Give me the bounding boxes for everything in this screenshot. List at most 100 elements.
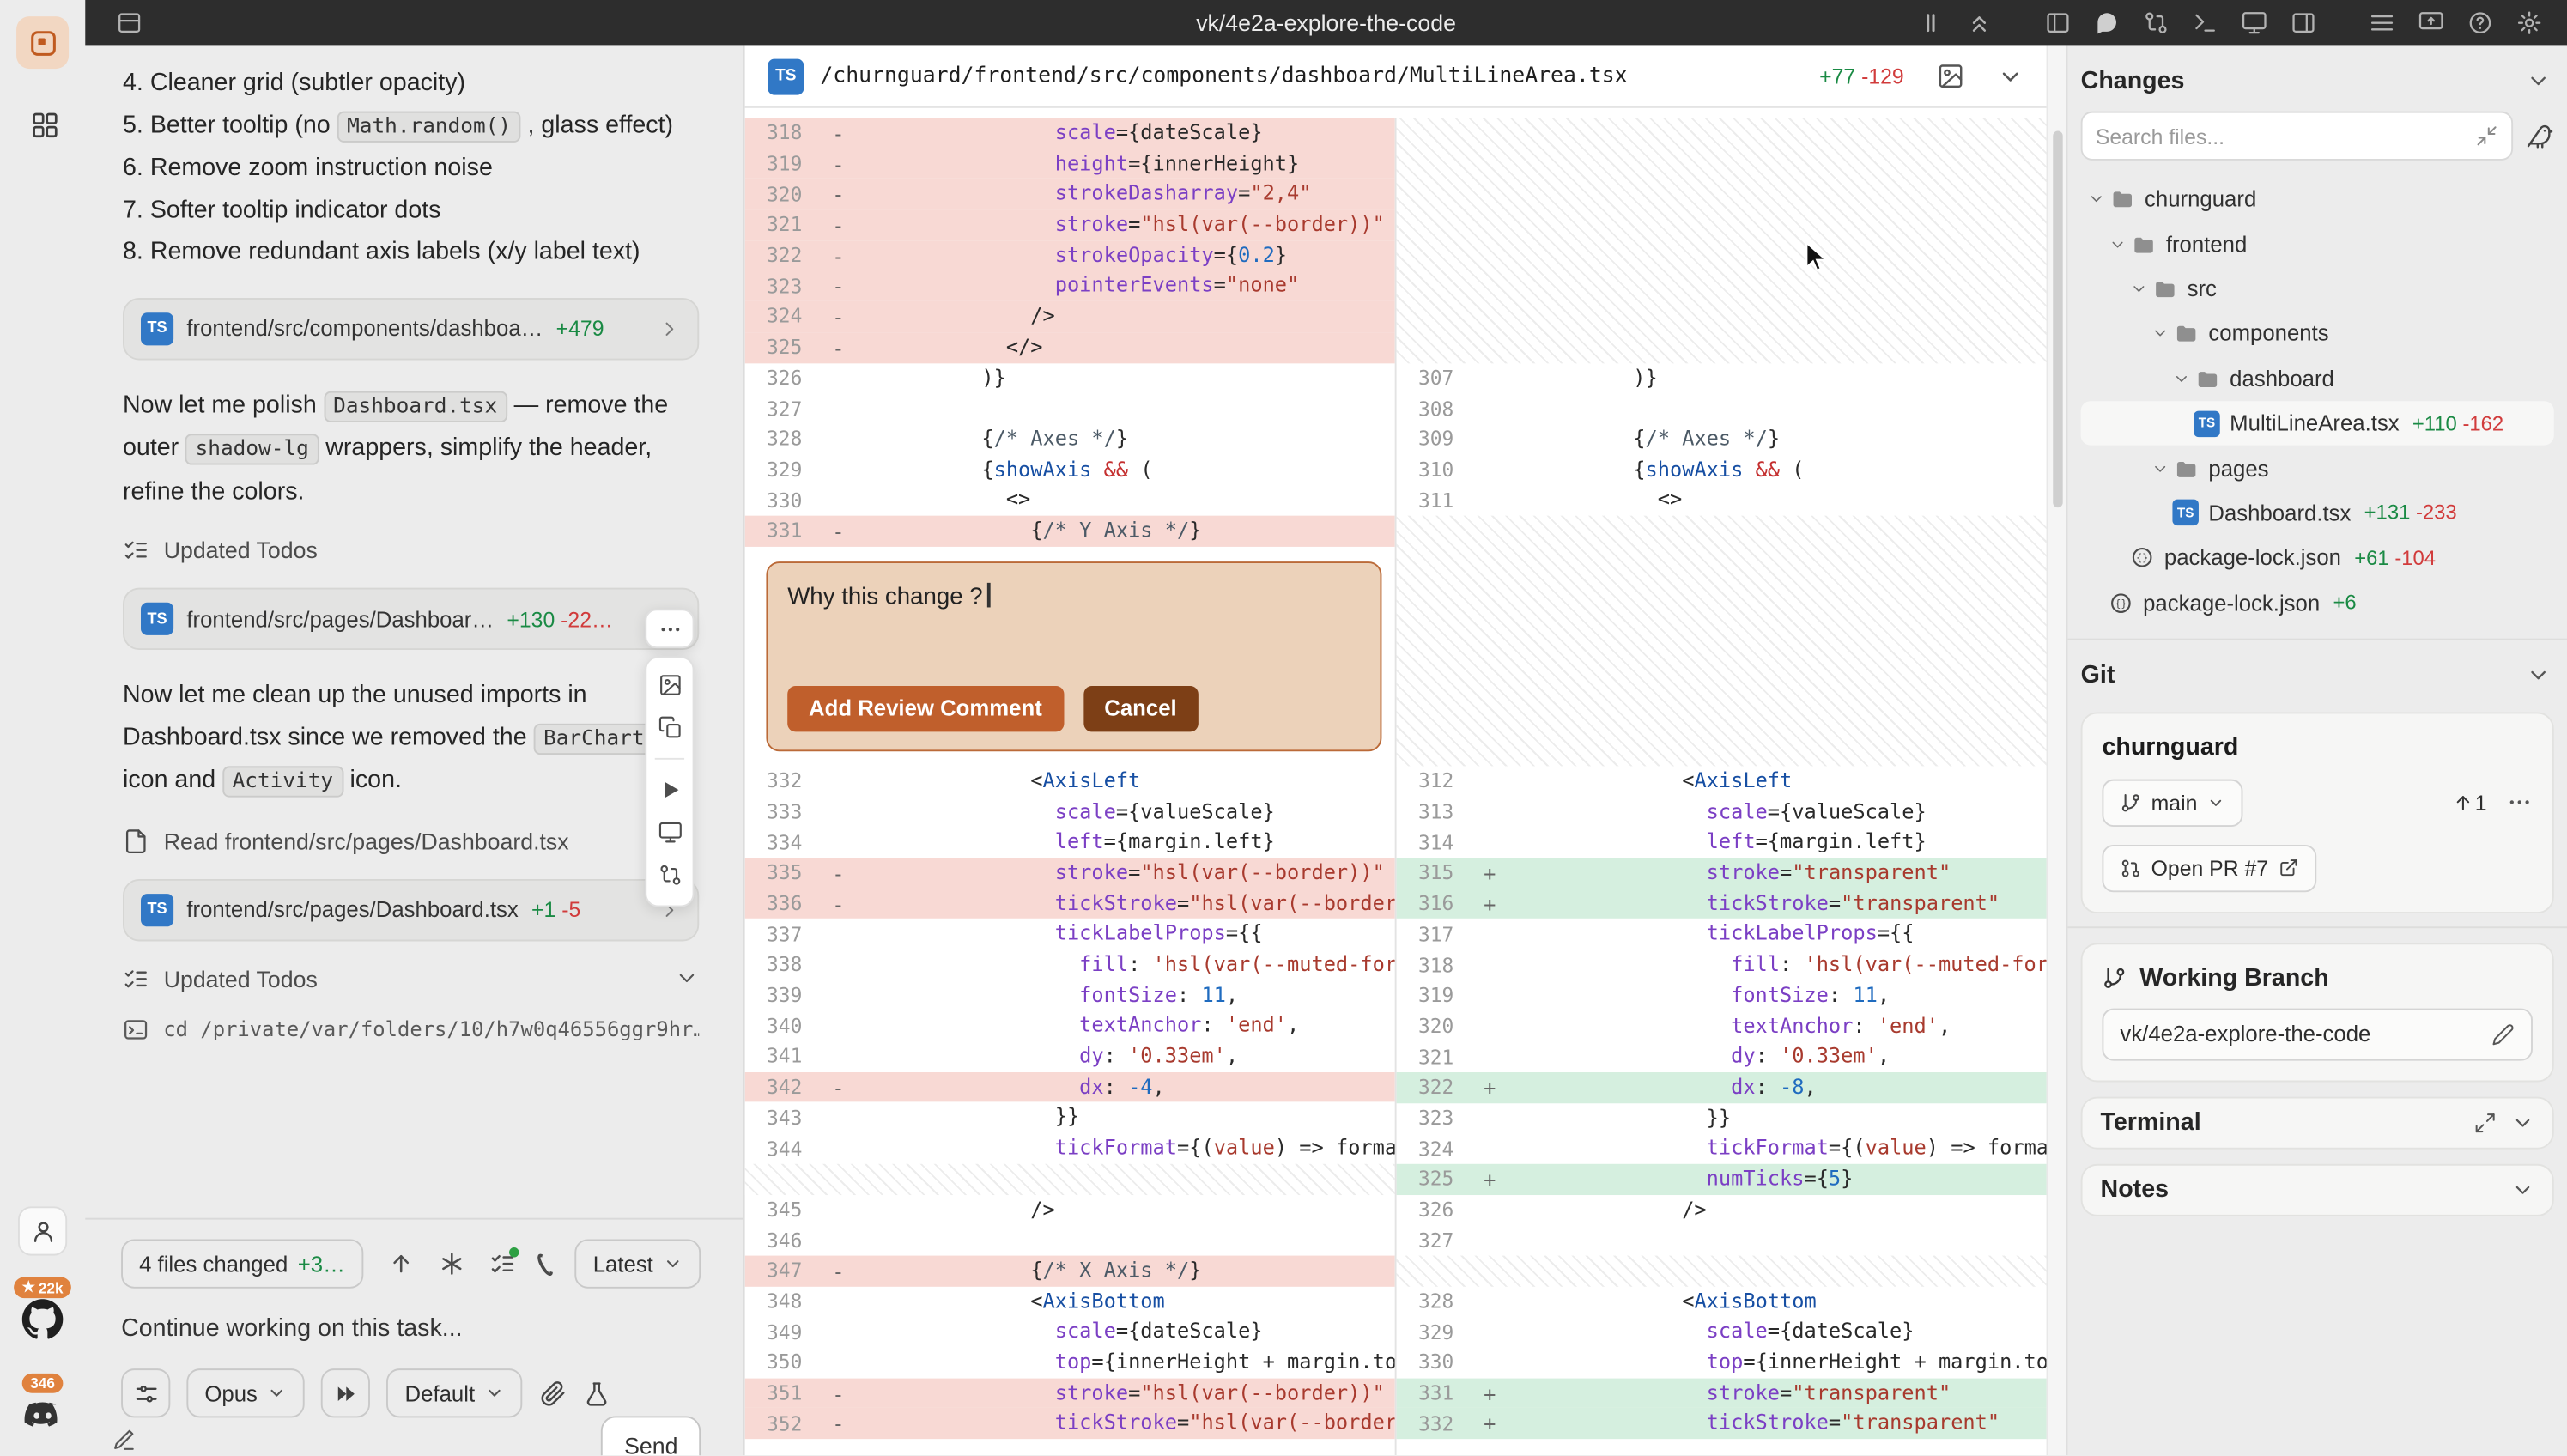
diff-line[interactable]: 326 )} [745, 362, 1395, 393]
skip-forward-button[interactable] [321, 1368, 370, 1417]
diff-line[interactable]: 330 <> [745, 485, 1395, 516]
chevron-down-icon[interactable] [2151, 459, 2170, 477]
diff-line[interactable]: 321 dy: '0.33em', [1397, 1041, 2047, 1072]
experiments-button[interactable] [583, 1380, 610, 1407]
cancel-button[interactable]: Cancel [1083, 686, 1198, 731]
chevron-down-icon[interactable] [2087, 191, 2105, 209]
diff-line[interactable]: 322+ dx: -8, [1397, 1072, 2047, 1103]
file-change-card[interactable]: TSfrontend/src/pages/Dashboar…+130 -22… [123, 588, 699, 650]
diff-line[interactable]: 348 <AxisBottom [745, 1286, 1395, 1317]
diff-line[interactable]: 332+ tickStroke="transparent" [1397, 1409, 2047, 1440]
diff-line[interactable]: 324 tickFormat={(value) => formatValue(v… [1397, 1133, 2047, 1164]
workspaces-grid-button[interactable] [21, 101, 67, 147]
diff-line[interactable]: 328 {/* Axes */} [745, 424, 1395, 455]
app-logo-button[interactable] [16, 16, 69, 69]
toggle-preview-button[interactable] [2233, 3, 2276, 43]
diff-line[interactable]: 319- height={innerHeight} [745, 149, 1395, 179]
diff-line[interactable]: 326 /> [1397, 1194, 2047, 1225]
diff-line[interactable]: 349 scale={dateScale} [745, 1317, 1395, 1348]
tree-folder-row[interactable]: src [2081, 266, 2554, 311]
diff-line[interactable]: 314 left={margin.left} [1397, 828, 2047, 858]
diff-line[interactable]: 330 top={innerHeight + margin.top} [1397, 1348, 2047, 1379]
collapse-tree-icon[interactable] [2475, 124, 2498, 148]
diff-line[interactable]: 323- pointerEvents="none" [745, 270, 1395, 301]
latest-dropdown[interactable]: Latest [575, 1240, 701, 1289]
diff-line[interactable]: 329 {showAxis && ( [745, 454, 1395, 485]
diff-line[interactable]: 336- tickStroke="hsl(var(--border))" [745, 889, 1395, 919]
diff-line[interactable]: 319 fontSize: 11, [1397, 980, 2047, 1011]
chevron-down-icon[interactable] [2172, 369, 2190, 387]
layout-toggle-button[interactable] [108, 3, 151, 43]
file-change-card[interactable]: TSfrontend/src/components/dashboa…+479 [123, 297, 699, 359]
diff-line[interactable]: 331+ stroke="transparent" [1397, 1378, 2047, 1409]
tree-folder-row[interactable]: churnguard [2081, 177, 2554, 221]
attach-button[interactable] [538, 1380, 566, 1407]
scroll-to-top-button[interactable] [387, 1251, 414, 1277]
diff-line[interactable]: 327 [745, 393, 1395, 424]
terminal-section-header[interactable]: Terminal [2081, 1096, 2554, 1149]
diff-line[interactable]: 350 top={innerHeight + margin.top} [745, 1347, 1395, 1378]
mode-dropdown[interactable]: Default [387, 1368, 523, 1417]
diff-line[interactable]: 324- /> [745, 301, 1395, 332]
chevron-down-icon[interactable] [2109, 235, 2127, 253]
collapse-all-button[interactable] [1958, 3, 2001, 43]
toggle-chat-button[interactable] [2085, 3, 2128, 43]
diff-line[interactable]: 321- stroke="hsl(var(--border))" [745, 209, 1395, 240]
diff-line[interactable]: 311 <> [1397, 485, 2047, 516]
toggle-right-panel-button[interactable] [2282, 3, 2325, 43]
todos-status-button[interactable] [489, 1251, 516, 1277]
tree-folder-row[interactable]: frontend [2081, 221, 2554, 266]
updated-todos-row[interactable]: Updated Todos [123, 537, 699, 563]
diff-line[interactable]: 337 tickLabelProps={{ [745, 919, 1395, 949]
toggle-left-panel-button[interactable] [2036, 3, 2079, 43]
notes-section-header[interactable]: Notes [2081, 1164, 2554, 1216]
branch-dropdown[interactable]: main [2102, 780, 2242, 827]
message-input[interactable]: Continue working on this task... [121, 1314, 701, 1342]
diff-line[interactable]: 351- stroke="hsl(var(--border))" [745, 1378, 1395, 1409]
diff-line[interactable]: 307 )} [1397, 363, 2047, 394]
diff-line[interactable]: 332 <AxisLeft [745, 766, 1395, 797]
diff-scrollbar[interactable] [2047, 46, 2066, 1455]
draw-button[interactable] [112, 1428, 137, 1453]
diff-line[interactable]: 312 <AxisLeft [1397, 766, 2047, 797]
auto-mode-button[interactable] [439, 1251, 465, 1277]
screenshot-icon[interactable] [658, 673, 683, 698]
diff-line[interactable]: 328 <AxisBottom [1397, 1286, 2047, 1317]
diff-line[interactable]: 343 }} [745, 1102, 1395, 1133]
diff-line[interactable]: 329 scale={dateScale} [1397, 1317, 2047, 1348]
github-link[interactable]: ★22k [0, 1277, 85, 1352]
working-branch-field[interactable]: vk/4e2a-explore-the-code [2102, 1008, 2533, 1060]
settings-button[interactable] [2508, 3, 2551, 43]
diff-line[interactable]: 316+ tickStroke="transparent" [1397, 889, 2047, 919]
diff-line[interactable]: 323 }} [1397, 1102, 2047, 1133]
toggle-terminal-button[interactable] [2184, 3, 2227, 43]
chevron-down-icon[interactable] [2511, 1179, 2534, 1202]
git-compare-icon[interactable] [658, 863, 683, 888]
chevron-down-icon[interactable] [2151, 325, 2170, 343]
diff-line[interactable]: 338 fill: 'hsl(var(--muted-foreground))'… [745, 949, 1395, 980]
pause-button[interactable] [1909, 3, 1951, 43]
composer-settings-button[interactable] [121, 1368, 170, 1417]
diff-line[interactable]: 347- {/* X Axis */} [745, 1255, 1395, 1286]
diff-line[interactable]: 331- {/* Y Axis */} [745, 516, 1395, 547]
chevron-down-icon[interactable] [675, 966, 700, 991]
diff-line[interactable]: 325+ numTicks={5} [1397, 1164, 2047, 1195]
open-pr-button[interactable]: Open PR #7 [2102, 845, 2315, 892]
git-more-button[interactable] [2506, 790, 2533, 816]
monitor-icon[interactable] [658, 820, 683, 845]
changes-section-header[interactable]: Changes [2081, 46, 2554, 111]
diff-line[interactable]: 345 /> [745, 1194, 1395, 1225]
updated-todos-row[interactable]: Updated Todos [123, 965, 699, 992]
chevron-down-icon[interactable] [2511, 1112, 2534, 1135]
diff-line[interactable]: 327 [1397, 1225, 2047, 1256]
diff-scrollbar-thumb[interactable] [2053, 131, 2062, 508]
diff-line[interactable]: 346 [745, 1225, 1395, 1256]
account-button[interactable] [18, 1206, 67, 1255]
diff-line[interactable]: 342- dx: -4, [745, 1072, 1395, 1103]
diff-line[interactable]: 344 tickFormat={(value) => formatValue(v… [745, 1133, 1395, 1164]
diff-line[interactable]: 318- scale={dateScale} [745, 118, 1395, 149]
read-file-row[interactable]: Read frontend/src/pages/Dashboard.tsx [123, 828, 699, 854]
edit-pencil-icon[interactable] [2491, 1023, 2515, 1046]
file-change-card[interactable]: TSfrontend/src/pages/Dashboard.tsx+1 -5 [123, 878, 699, 940]
diff-line[interactable]: 310 {showAxis && ( [1397, 454, 2047, 485]
